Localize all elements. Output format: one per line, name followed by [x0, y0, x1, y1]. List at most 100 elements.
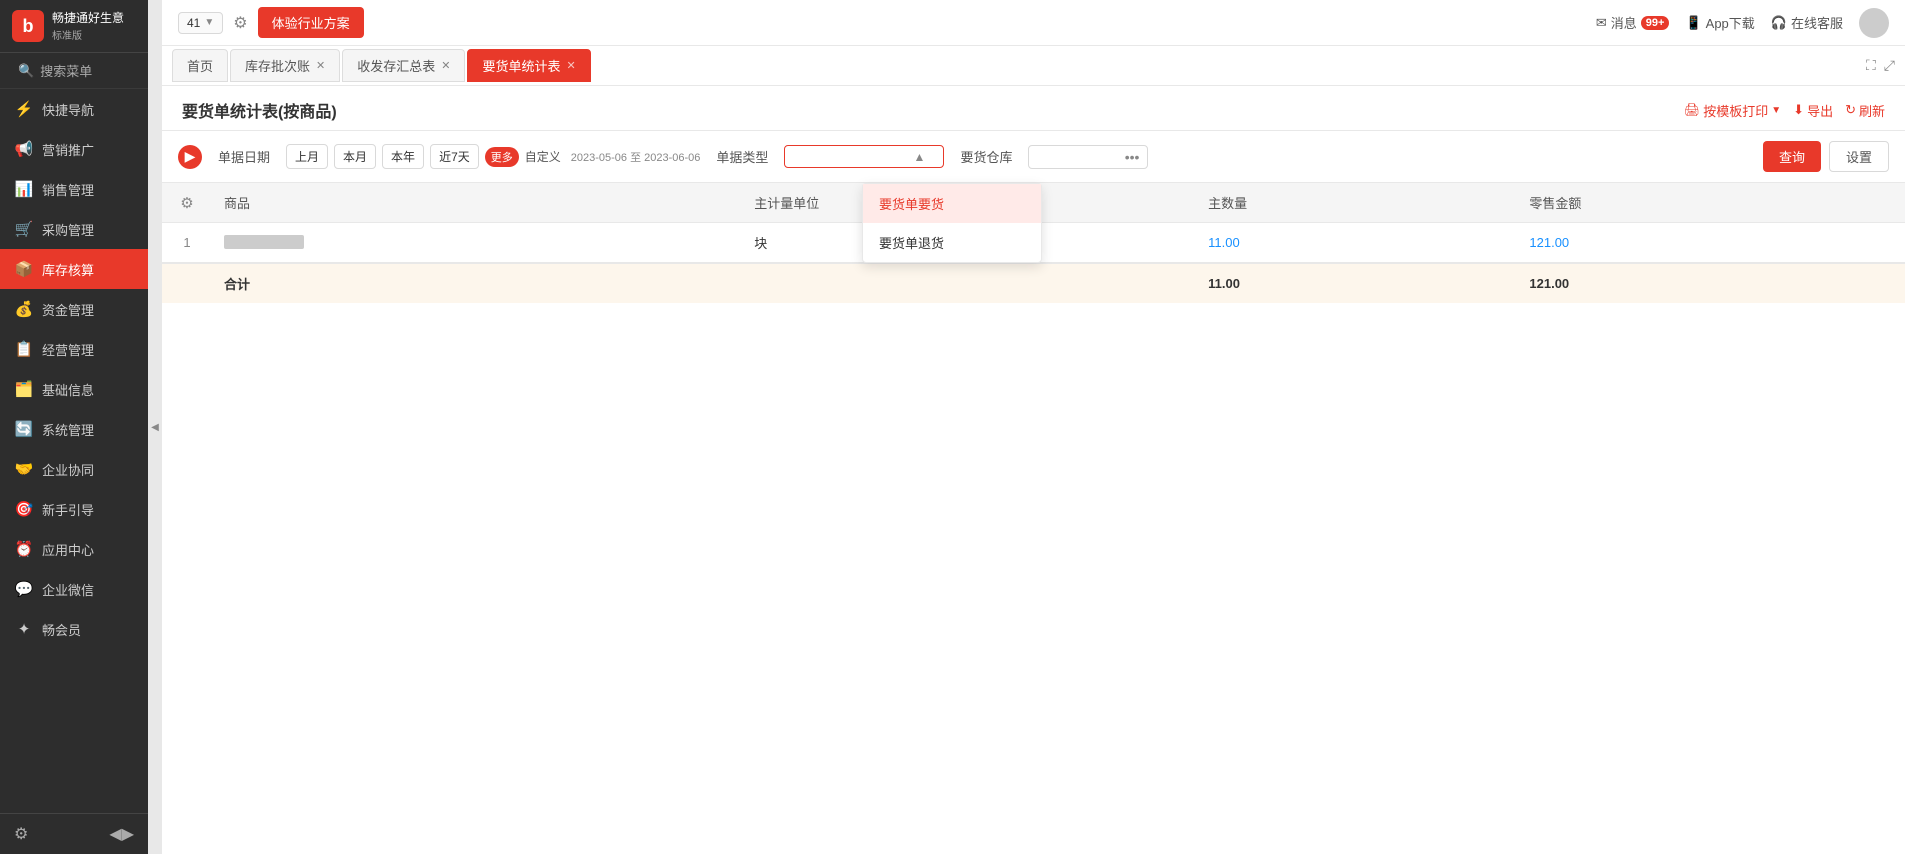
refresh-action[interactable]: ↻ 刷新 — [1845, 101, 1885, 120]
filter-toggle-btn[interactable]: ▶ — [178, 145, 202, 169]
sidebar-item-label: 企业协同 — [42, 460, 94, 479]
tab-inventory-batch-label: 库存批次账 — [245, 56, 310, 75]
topbar-gear-icon[interactable]: ⚙ — [233, 13, 247, 33]
org-selector[interactable]: 41 ▼ — [178, 12, 223, 34]
inventory-icon: 📦 — [14, 259, 34, 279]
org-selector-arrow: ▼ — [204, 17, 214, 28]
collapse-arrow: ◀ — [151, 422, 159, 433]
warehouse-input-wrapper[interactable]: ••• — [1028, 145, 1148, 169]
sidebar-item-label: 库存核算 — [42, 260, 94, 279]
export-action[interactable]: ⬇ 导出 — [1793, 101, 1833, 120]
tab-receivable-summary[interactable]: 收发存汇总表 ✕ — [342, 49, 465, 82]
search-label: 搜索菜单 — [40, 61, 92, 80]
tab-home[interactable]: 首页 — [172, 49, 228, 82]
date-btn-this-month[interactable]: 本月 — [334, 144, 376, 169]
sidebar-item-finance[interactable]: 💰 资金管理 — [0, 289, 148, 329]
filter-bar: ▶ 单据日期 上月 本月 本年 近7天 更多 自定义 2023-05-06 至 … — [162, 131, 1905, 183]
app-version: 标准版 — [52, 27, 124, 42]
sidebar-item-label: 经营管理 — [42, 340, 94, 359]
message-label: 消息 — [1611, 13, 1637, 32]
type-input-wrapper[interactable]: ▲ — [784, 145, 944, 168]
row-amount-link[interactable]: 121.00 — [1529, 235, 1569, 250]
sidebar-item-app-center[interactable]: ⏰ 应用中心 — [0, 529, 148, 569]
app-download-label: App下载 — [1706, 13, 1755, 32]
purchase-icon: 🛒 — [14, 219, 34, 239]
user-avatar[interactable] — [1859, 8, 1889, 38]
page-header: 要货单统计表(按商品) 🖨 按模板打印 ▼ ⬇ 导出 ↻ 刷新 — [162, 86, 1905, 131]
date-more-badge[interactable]: 更多 — [485, 147, 519, 167]
search-menu[interactable]: 🔍 搜索菜单 — [0, 53, 148, 89]
print-action[interactable]: 🖨 按模板打印 ▼ — [1684, 101, 1781, 120]
sidebar-item-purchase[interactable]: 🛒 采购管理 — [0, 209, 148, 249]
collapse-icon[interactable]: ◀▶ — [109, 824, 134, 844]
app-download-item[interactable]: 📱 App下载 — [1685, 13, 1754, 32]
tab-inventory-batch[interactable]: 库存批次账 ✕ — [230, 49, 340, 82]
date-btn-7days[interactable]: 近7天 — [430, 144, 479, 169]
table-footer: 合计 11.00 121.00 — [162, 263, 1905, 303]
message-icon: ✉ — [1596, 15, 1607, 31]
topbar-right: ✉ 消息 99+ 📱 App下载 🎧 在线客服 — [1596, 8, 1889, 38]
sidebar-collapse-handle[interactable]: ◀ — [148, 0, 162, 854]
marketing-icon: 📢 — [14, 139, 34, 159]
vip-icon: ✦ — [14, 619, 34, 639]
sidebar-item-marketing[interactable]: 📢 营销推广 — [0, 129, 148, 169]
sidebar-item-inventory[interactable]: 📦 库存核算 — [0, 249, 148, 289]
page-title: 要货单统计表(按商品) — [182, 98, 337, 122]
app-name: 畅捷通好生意 — [52, 10, 124, 27]
sidebar-item-label: 资金管理 — [42, 300, 94, 319]
sidebar-item-vip[interactable]: ✦ 畅会员 — [0, 609, 148, 649]
message-item[interactable]: ✉ 消息 99+ — [1596, 13, 1670, 32]
sidebar-item-label: 畅会员 — [42, 620, 81, 639]
sidebar-item-sales[interactable]: 📊 销售管理 — [0, 169, 148, 209]
row-index: 1 — [162, 223, 212, 264]
wecom-icon: 💬 — [14, 579, 34, 599]
settings-icon[interactable]: ⚙ — [14, 824, 28, 844]
tab-requisition-stat-close[interactable]: ✕ — [567, 59, 576, 72]
sidebar-item-wecom[interactable]: 💬 企业微信 — [0, 569, 148, 609]
sidebar-item-guide[interactable]: 🎯 新手引导 — [0, 489, 148, 529]
sidebar-item-quick-nav[interactable]: ⚡ 快捷导航 — [0, 89, 148, 129]
sidebar-item-system[interactable]: 🔄 系统管理 — [0, 409, 148, 449]
sidebar-item-enterprise[interactable]: 🤝 企业协同 — [0, 449, 148, 489]
logo-icon: b — [12, 10, 44, 42]
tab-bar: 首页 库存批次账 ✕ 收发存汇总表 ✕ 要货单统计表 ✕ ⛶ ⤢ — [162, 46, 1905, 86]
online-service-item[interactable]: 🎧 在线客服 — [1771, 13, 1843, 32]
tab-inventory-batch-close[interactable]: ✕ — [316, 59, 325, 72]
date-btn-last-month[interactable]: 上月 — [286, 144, 328, 169]
tab-expand-icon[interactable]: ⛶ — [1866, 57, 1876, 74]
search-icon: 🔍 — [18, 63, 34, 79]
settings-button[interactable]: 设置 — [1829, 141, 1889, 172]
sidebar-item-operation[interactable]: 📋 经营管理 — [0, 329, 148, 369]
main-area: 41 ▼ ⚙ 体验行业方案 ✉ 消息 99+ 📱 App下载 🎧 在线客服 — [162, 0, 1905, 854]
table-container: ⚙ 商品 主计量单位 主数量 零售金额 1 块 — [162, 183, 1905, 854]
date-btn-this-year[interactable]: 本年 — [382, 144, 424, 169]
sidebar-item-label: 采购管理 — [42, 220, 94, 239]
quick-nav-icon: ⚡ — [14, 99, 34, 119]
sidebar-item-basic-info[interactable]: 🗂️ 基础信息 — [0, 369, 148, 409]
dropdown-item-purchase[interactable]: 要货单要货 — [863, 184, 1041, 223]
tab-requisition-stat[interactable]: 要货单统计表 ✕ — [467, 49, 590, 82]
date-buttons: 上月 本月 本年 近7天 更多 自定义 2023-05-06 至 2023-06… — [286, 144, 700, 169]
tab-requisition-stat-label: 要货单统计表 — [482, 56, 560, 75]
dropdown-item-return[interactable]: 要货单退货 — [863, 223, 1041, 262]
online-service-label: 在线客服 — [1791, 13, 1843, 32]
mobile-icon: 📱 — [1685, 15, 1701, 31]
tab-more-icon[interactable]: ⤢ — [1884, 57, 1895, 74]
col-settings-icon[interactable]: ⚙ — [180, 195, 193, 212]
dropdown-item-return-label: 要货单退货 — [879, 236, 944, 251]
footer-amount: 121.00 — [1517, 263, 1905, 303]
date-custom-btn[interactable]: 自定义 — [525, 148, 561, 165]
query-button[interactable]: 查询 — [1763, 141, 1821, 172]
row-product — [212, 223, 742, 264]
col-gear: ⚙ — [162, 183, 212, 223]
export-icon: ⬇ — [1793, 102, 1804, 118]
tab-receivable-summary-close[interactable]: ✕ — [441, 59, 450, 72]
refresh-icon: ↻ — [1845, 102, 1856, 118]
industry-btn[interactable]: 体验行业方案 — [258, 7, 364, 38]
type-input[interactable] — [793, 149, 913, 164]
type-chevron-up-icon: ▲ — [913, 150, 925, 164]
row-amount: 121.00 — [1517, 223, 1905, 264]
sidebar-nav: ⚡ 快捷导航 📢 营销推广 📊 销售管理 🛒 采购管理 📦 库存核算 💰 资金管… — [0, 89, 148, 813]
row-qty-link[interactable]: 11.00 — [1208, 235, 1240, 250]
product-blurred — [224, 235, 304, 249]
